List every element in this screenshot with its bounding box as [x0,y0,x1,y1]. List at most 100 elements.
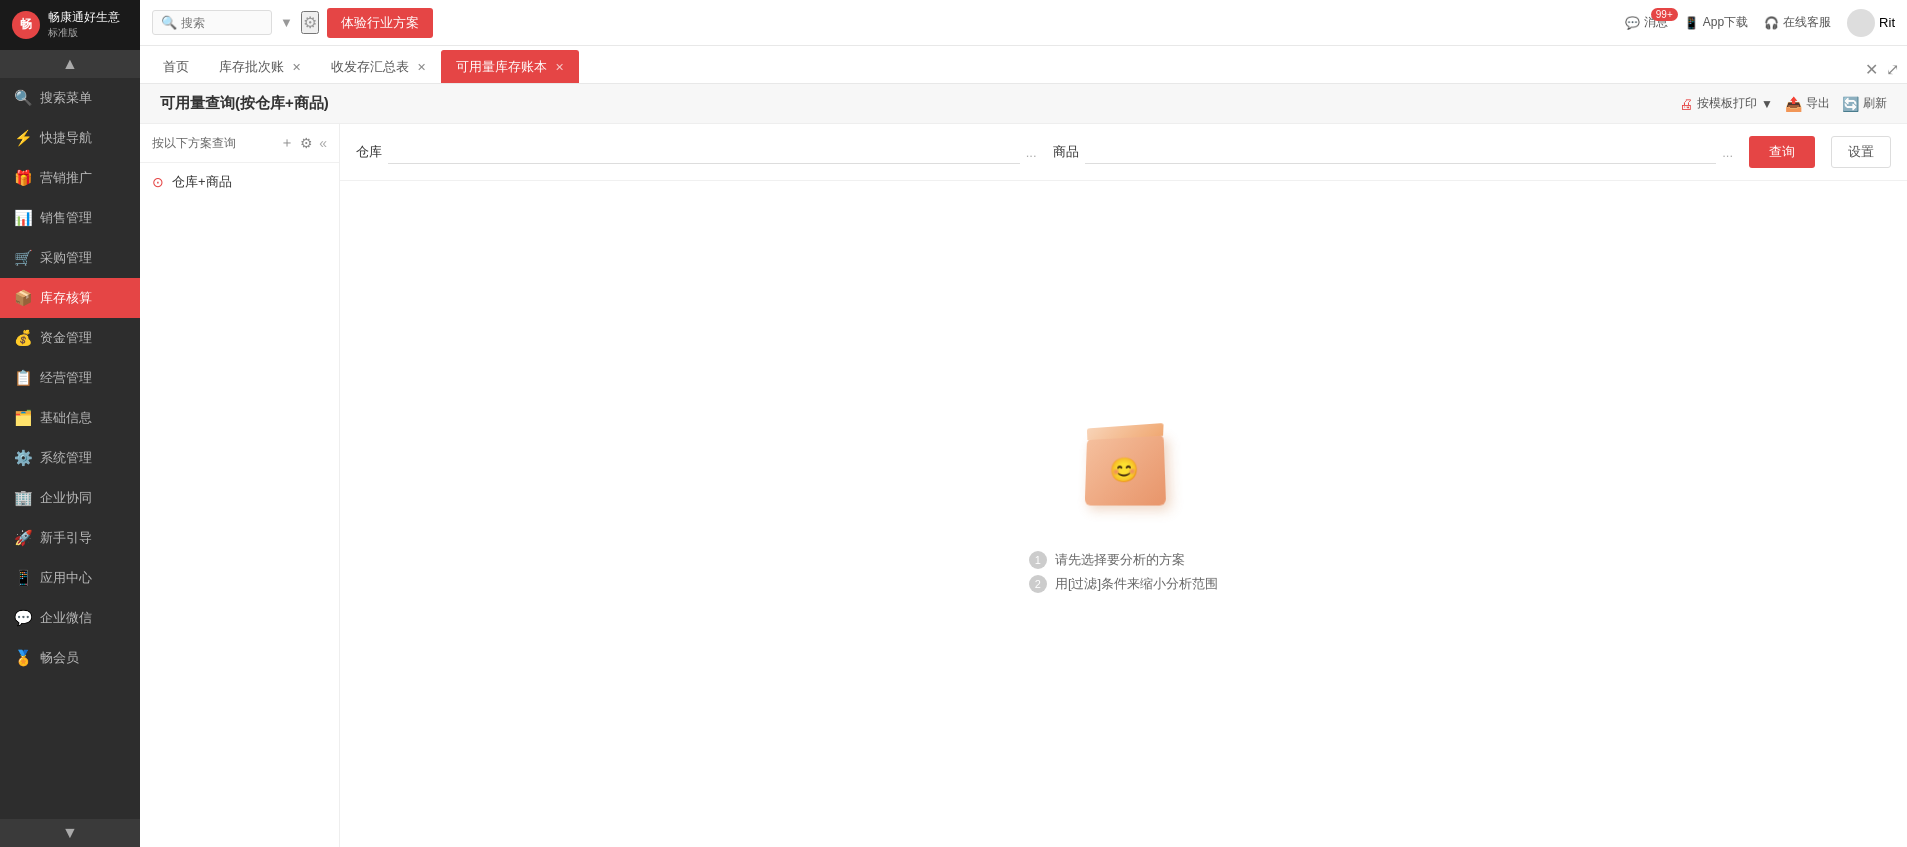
message-icon: 💬 [1625,16,1640,30]
sidebar-item-inventory[interactable]: 📦 库存核算 [0,278,140,318]
sidebar-item-wechat[interactable]: 💬 企业微信 [0,598,140,638]
sidebar-item-label: 系统管理 [40,449,92,467]
tab-close-batch[interactable]: ✕ [292,61,301,74]
query-button[interactable]: 查询 [1749,136,1815,168]
folder-icon: 🗂️ [14,409,32,427]
search-box[interactable]: 🔍 [152,10,272,35]
sidebar-item-label: 畅会员 [40,649,79,667]
scheme-label: 仓库+商品 [172,173,232,191]
sidebar-item-label: 采购管理 [40,249,92,267]
sidebar-item-label: 快捷导航 [40,129,92,147]
page-title: 可用量查询(按仓库+商品) [160,94,329,113]
empty-hint-2: 2 用[过滤]条件来缩小分析范围 [1029,575,1218,593]
sidebar-item-sales[interactable]: 📊 销售管理 [0,198,140,238]
main-area: 🔍 ▼ ⚙ 体验行业方案 💬 消息 99+ 📱 App下载 🎧 在线客服 Rit [140,0,1907,847]
sidebar-item-system[interactable]: ⚙️ 系统管理 [0,438,140,478]
scheme-icon: ⊙ [152,174,164,190]
headset-icon: 🎧 [1764,16,1779,30]
rocket-icon: 🚀 [14,529,32,547]
collapse-panel-button[interactable]: « [319,134,327,152]
sidebar-item-apps[interactable]: 📱 应用中心 [0,558,140,598]
sidebar-scroll-up[interactable]: ▲ [0,50,140,78]
right-panel: 仓库 ... 商品 ... 查询 设置 1 [340,124,1907,847]
sidebar-item-label: 企业微信 [40,609,92,627]
service-button[interactable]: 🎧 在线客服 [1764,14,1831,31]
sidebar-item-marketing[interactable]: 🎁 营销推广 [0,158,140,198]
filter-header-label: 按以下方案查询 [152,135,236,152]
sidebar-item-label: 资金管理 [40,329,92,347]
refresh-label: 刷新 [1863,95,1887,112]
clipboard-icon: 📋 [14,369,32,387]
search-icon: 🔍 [14,89,32,107]
message-button[interactable]: 💬 消息 99+ [1625,14,1668,31]
sidebar-scroll-down[interactable]: ▼ [0,819,140,847]
tab-available-label: 可用量库存账本 [456,58,547,76]
sidebar-item-search[interactable]: 🔍 搜索菜单 [0,78,140,118]
sidebar-item-operations[interactable]: 📋 经营管理 [0,358,140,398]
manage-scheme-button[interactable]: ⚙ [300,134,313,152]
tab-close-available[interactable]: ✕ [555,61,564,74]
sidebar-item-newbie[interactable]: 🚀 新手引导 [0,518,140,558]
message-badge: 99+ [1651,8,1678,21]
warehouse-input[interactable] [388,140,1020,164]
scheme-item-warehouse[interactable]: ⊙ 仓库+商品 [140,163,339,201]
product-more-button[interactable]: ... [1722,145,1733,160]
app-label: App下载 [1703,14,1748,31]
box-icon: 📦 [14,289,32,307]
empty-state: 1 请先选择要分析的方案 2 用[过滤]条件来缩小分析范围 [340,181,1907,847]
trial-button[interactable]: 体验行业方案 [327,8,433,38]
print-button[interactable]: 🖨 按模板打印 ▼ [1679,95,1773,112]
sidebar-title: 畅康通好生意 [48,10,120,26]
gear-icon[interactable]: ⚙ [301,11,319,34]
settings-button[interactable]: 设置 [1831,136,1891,168]
export-label: 导出 [1806,95,1830,112]
content-area: 按以下方案查询 ＋ ⚙ « ⊙ 仓库+商品 仓库 ... [140,124,1907,847]
sidebar-item-basic[interactable]: 🗂️ 基础信息 [0,398,140,438]
money-icon: 💰 [14,329,32,347]
service-label: 在线客服 [1783,14,1831,31]
hint-num-1: 1 [1029,551,1047,569]
chevron-print-icon[interactable]: ▼ [1761,97,1773,111]
sidebar-item-label: 新手引导 [40,529,92,547]
sidebar-item-finance[interactable]: 💰 资金管理 [0,318,140,358]
tab-close-summary[interactable]: ✕ [417,61,426,74]
warehouse-filter: 仓库 ... [356,140,1037,164]
tab-summary[interactable]: 收发存汇总表 ✕ [316,50,441,83]
warehouse-more-button[interactable]: ... [1026,145,1037,160]
product-input[interactable] [1085,140,1717,164]
building-icon: 🏢 [14,489,32,507]
sidebar-item-label: 应用中心 [40,569,92,587]
chevron-down-icon[interactable]: ▼ [280,15,293,30]
tab-available[interactable]: 可用量库存账本 ✕ [441,50,579,83]
sidebar-brand: 畅康通好生意 标准版 [48,10,120,40]
empty-illustration [1074,435,1174,535]
sidebar-item-shortcut[interactable]: ⚡ 快捷导航 [0,118,140,158]
left-panel: 按以下方案查询 ＋ ⚙ « ⊙ 仓库+商品 [140,124,340,847]
tab-home[interactable]: 首页 [148,50,204,83]
tab-summary-label: 收发存汇总表 [331,58,409,76]
cart-icon: 🛒 [14,249,32,267]
search-input[interactable] [181,16,261,30]
sidebar-header: 畅 畅康通好生意 标准版 [0,0,140,50]
user-profile[interactable]: Rit [1847,9,1895,37]
tab-batch[interactable]: 库存批次账 ✕ [204,50,316,83]
hint-text-1: 请先选择要分析的方案 [1055,551,1185,569]
sidebar-item-label: 搜索菜单 [40,89,92,107]
expand-button[interactable]: ⤢ [1886,60,1899,79]
topbar-right: 💬 消息 99+ 📱 App下载 🎧 在线客服 Rit [1625,9,1895,37]
close-tab-button[interactable]: ✕ [1865,60,1878,79]
home-label: 首页 [163,58,189,76]
tabs-actions: ✕ ⤢ [1865,60,1899,83]
sidebar-item-purchase[interactable]: 🛒 采购管理 [0,238,140,278]
medal-icon: 🏅 [14,649,32,667]
app-icon: 📱 [1684,16,1699,30]
sidebar-item-label: 企业协同 [40,489,92,507]
sidebar-item-enterprise[interactable]: 🏢 企业协同 [0,478,140,518]
sidebar-logo: 畅 [12,11,40,39]
warehouse-label: 仓库 [356,143,382,161]
add-scheme-button[interactable]: ＋ [280,134,294,152]
sidebar-item-member[interactable]: 🏅 畅会员 [0,638,140,678]
refresh-button[interactable]: 🔄 刷新 [1842,95,1887,112]
app-download-button[interactable]: 📱 App下载 [1684,14,1748,31]
export-button[interactable]: 📤 导出 [1785,95,1830,112]
